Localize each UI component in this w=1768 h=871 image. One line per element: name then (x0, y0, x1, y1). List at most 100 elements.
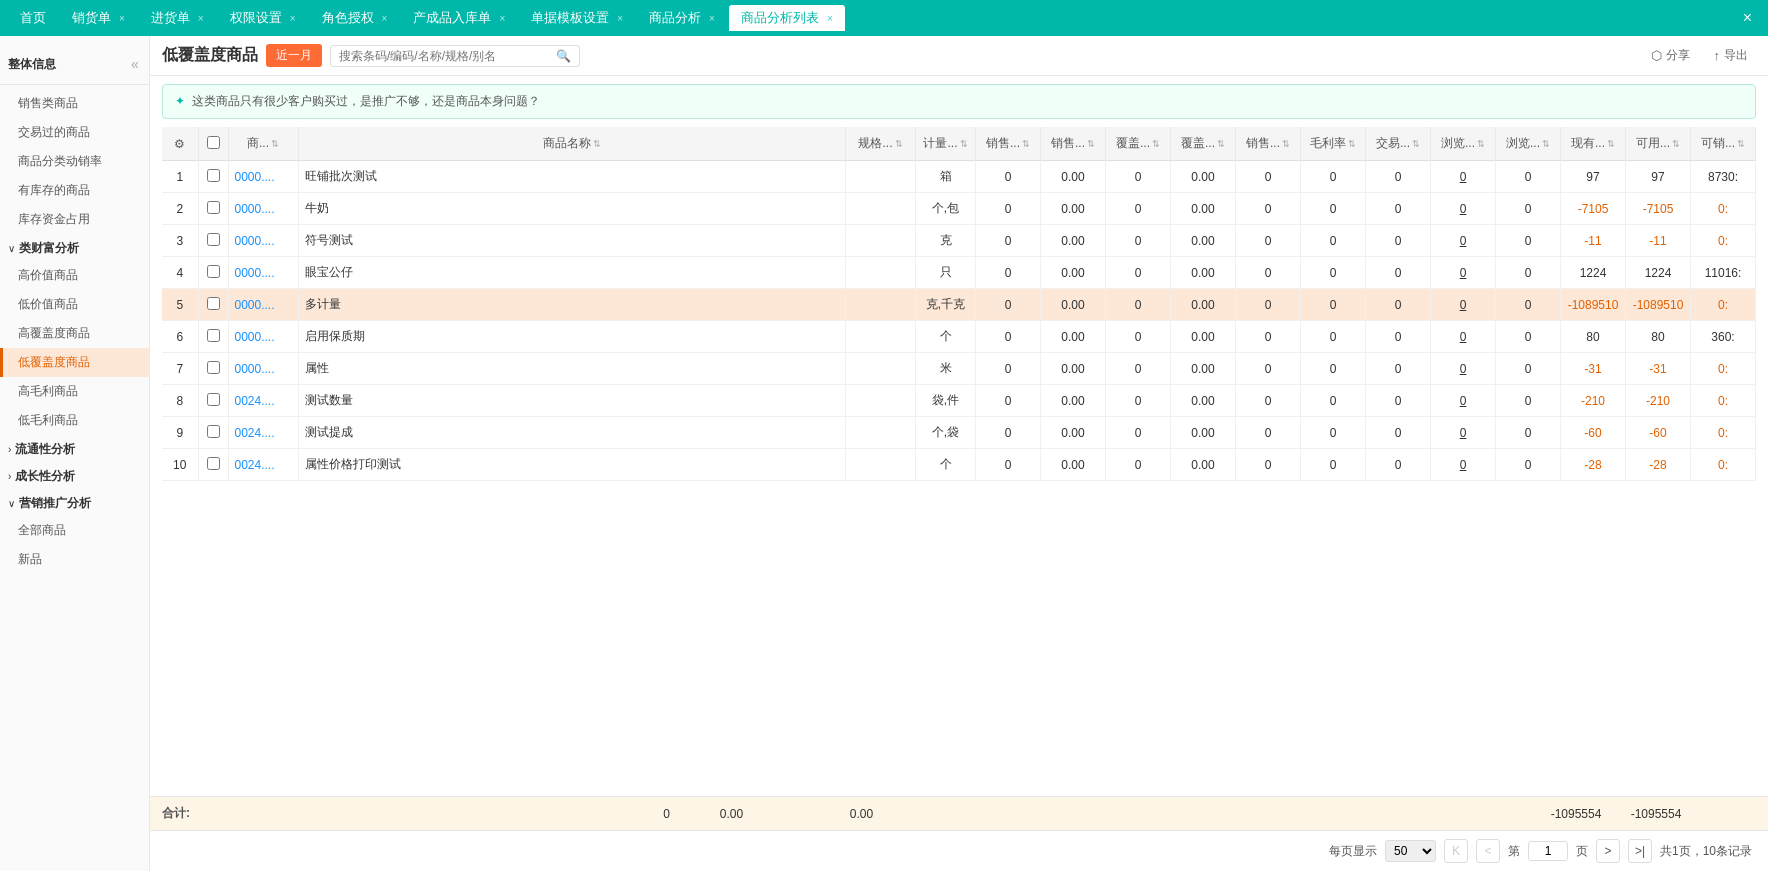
th-settings[interactable]: ⚙ (162, 127, 198, 161)
th-cover2[interactable]: 覆盖...⇅ (1171, 127, 1236, 161)
row-browse1[interactable]: 0 (1431, 385, 1496, 417)
sidebar-item-low-value[interactable]: 低价值商品 (0, 290, 149, 319)
browse1-link[interactable]: 0 (1460, 170, 1467, 184)
row-checkbox-cell[interactable] (198, 161, 228, 193)
th-sale-qty[interactable]: 销售...⇅ (976, 127, 1041, 161)
sidebar-section-growth[interactable]: › 成长性分析 (0, 462, 149, 489)
browse1-link[interactable]: 0 (1460, 330, 1467, 344)
th-checkbox[interactable] (198, 127, 228, 161)
nav-close-goods-analysis[interactable]: × (709, 13, 715, 24)
nav-close-purchase-order[interactable]: × (198, 13, 204, 24)
th-browse1[interactable]: 浏览...⇅ (1431, 127, 1496, 161)
sidebar-item-stocked-goods[interactable]: 有库存的商品 (0, 176, 149, 205)
row-checkbox[interactable] (207, 233, 220, 246)
browse1-link[interactable]: 0 (1460, 458, 1467, 472)
browse1-link[interactable]: 0 (1460, 362, 1467, 376)
browse1-link[interactable]: 0 (1460, 234, 1467, 248)
browse1-link[interactable]: 0 (1460, 202, 1467, 216)
nav-close-all-btn[interactable]: × (1735, 5, 1760, 31)
prev-page-btn[interactable]: < (1476, 839, 1500, 863)
first-page-btn[interactable]: K (1444, 839, 1468, 863)
row-checkbox[interactable] (207, 425, 220, 438)
row-checkbox[interactable] (207, 169, 220, 182)
th-current-stock[interactable]: 现有...⇅ (1561, 127, 1626, 161)
select-all-checkbox[interactable] (207, 136, 220, 149)
row-checkbox[interactable] (207, 393, 220, 406)
th-trade[interactable]: 交易...⇅ (1366, 127, 1431, 161)
nav-role-auth[interactable]: 角色授权 × (310, 5, 400, 31)
th-sale-amt[interactable]: 销售...⇅ (1041, 127, 1106, 161)
nav-close-goods-analysis-list[interactable]: × (827, 13, 833, 24)
sidebar-collapse-btn[interactable]: « (125, 48, 145, 80)
row-checkbox-cell[interactable] (198, 257, 228, 289)
sidebar-item-low-profit[interactable]: 低毛利商品 (0, 406, 149, 435)
browse1-link[interactable]: 0 (1460, 426, 1467, 440)
sidebar-item-sales-goods[interactable]: 销售类商品 (0, 89, 149, 118)
sidebar-item-high-coverage[interactable]: 高覆盖度商品 (0, 319, 149, 348)
row-browse1[interactable]: 0 (1431, 449, 1496, 481)
sidebar-item-traded-goods[interactable]: 交易过的商品 (0, 118, 149, 147)
row-checkbox-cell[interactable] (198, 353, 228, 385)
sidebar-item-high-profit[interactable]: 高毛利商品 (0, 377, 149, 406)
row-checkbox-cell[interactable] (198, 193, 228, 225)
row-browse1[interactable]: 0 (1431, 353, 1496, 385)
row-checkbox[interactable] (207, 329, 220, 342)
row-checkbox-cell[interactable] (198, 225, 228, 257)
sidebar-item-high-value[interactable]: 高价值商品 (0, 261, 149, 290)
page-number-input[interactable] (1528, 841, 1568, 861)
row-browse1[interactable]: 0 (1431, 225, 1496, 257)
row-browse1[interactable]: 0 (1431, 289, 1496, 321)
time-filter-button[interactable]: 近一月 (266, 44, 322, 67)
row-browse1[interactable]: 0 (1431, 193, 1496, 225)
nav-product-warehouse[interactable]: 产成品入库单 × (401, 5, 517, 31)
row-checkbox-cell[interactable] (198, 321, 228, 353)
per-page-select[interactable]: 50 100 200 (1385, 840, 1436, 862)
row-checkbox-cell[interactable] (198, 417, 228, 449)
th-gross[interactable]: 毛利率⇅ (1301, 127, 1366, 161)
row-checkbox-cell[interactable] (198, 289, 228, 321)
th-avail-stock[interactable]: 可用...⇅ (1626, 127, 1691, 161)
sidebar-section-wealth[interactable]: ∨ 类财富分析 (0, 234, 149, 261)
th-sale-stock[interactable]: 可销...⇅ (1691, 127, 1756, 161)
row-browse1[interactable]: 0 (1431, 321, 1496, 353)
row-checkbox[interactable] (207, 361, 220, 374)
export-button[interactable]: ↑ 导出 (1706, 44, 1757, 67)
nav-close-permission[interactable]: × (290, 13, 296, 24)
row-checkbox-cell[interactable] (198, 385, 228, 417)
nav-close-product-warehouse[interactable]: × (499, 13, 505, 24)
row-browse1[interactable]: 0 (1431, 417, 1496, 449)
browse1-link[interactable]: 0 (1460, 266, 1467, 280)
nav-close-role-auth[interactable]: × (382, 13, 388, 24)
sidebar-item-low-coverage[interactable]: 低覆盖度商品 (0, 348, 149, 377)
th-spec[interactable]: 规格...⇅ (846, 127, 916, 161)
last-page-btn[interactable]: >| (1628, 839, 1652, 863)
nav-purchase-order[interactable]: 进货单 × (139, 5, 216, 31)
nav-home[interactable]: 首页 (8, 5, 58, 31)
browse1-link[interactable]: 0 (1460, 394, 1467, 408)
next-page-btn[interactable]: > (1596, 839, 1620, 863)
th-unit[interactable]: 计量...⇅ (916, 127, 976, 161)
th-sale3[interactable]: 销售...⇅ (1236, 127, 1301, 161)
row-checkbox[interactable] (207, 457, 220, 470)
nav-sales-order[interactable]: 销货单 × (60, 5, 137, 31)
th-code[interactable]: 商...⇅ (228, 127, 298, 161)
row-checkbox-cell[interactable] (198, 449, 228, 481)
sidebar-item-capital-occupy[interactable]: 库存资金占用 (0, 205, 149, 234)
nav-goods-analysis-list[interactable]: 商品分析列表 × (729, 5, 845, 31)
th-name[interactable]: 商品名称⇅ (298, 127, 846, 161)
nav-goods-analysis[interactable]: 商品分析 × (637, 5, 727, 31)
sidebar-item-category-rate[interactable]: 商品分类动销率 (0, 147, 149, 176)
row-checkbox[interactable] (207, 201, 220, 214)
sidebar-section-liquidity[interactable]: › 流通性分析 (0, 435, 149, 462)
nav-close-sales-order[interactable]: × (119, 13, 125, 24)
sidebar-item-new-goods[interactable]: 新品 (0, 545, 149, 574)
nav-close-template-settings[interactable]: × (617, 13, 623, 24)
row-checkbox[interactable] (207, 265, 220, 278)
row-checkbox[interactable] (207, 297, 220, 310)
search-icon[interactable]: 🔍 (556, 49, 571, 63)
sidebar-item-all-goods[interactable]: 全部商品 (0, 516, 149, 545)
th-browse2[interactable]: 浏览...⇅ (1496, 127, 1561, 161)
nav-template-settings[interactable]: 单据模板设置 × (519, 5, 635, 31)
row-browse1[interactable]: 0 (1431, 257, 1496, 289)
sidebar-section-marketing[interactable]: ∨ 营销推广分析 (0, 489, 149, 516)
